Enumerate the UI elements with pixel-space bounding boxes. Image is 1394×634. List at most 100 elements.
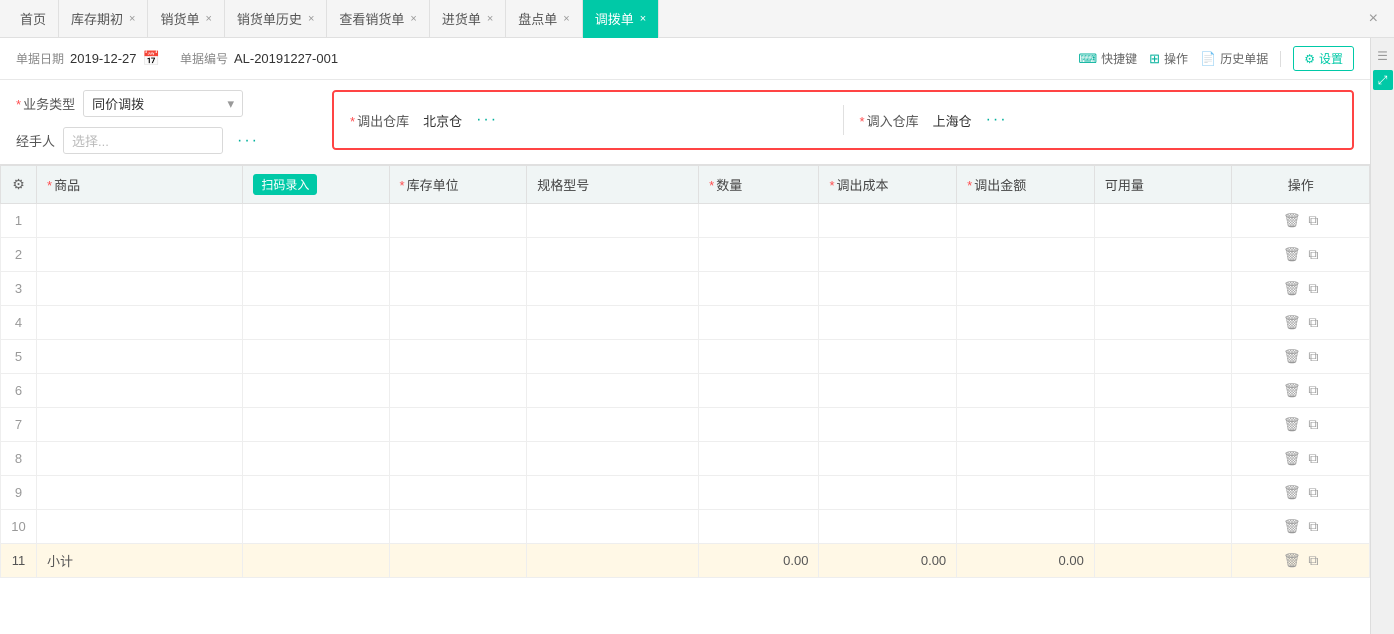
delete-icon[interactable]: 🗑 bbox=[1283, 484, 1301, 501]
operations-label: 操作 bbox=[1164, 50, 1188, 67]
col-header-amount: *调出金额 bbox=[957, 166, 1095, 204]
row-product[interactable] bbox=[37, 442, 243, 476]
copy-icon[interactable]: ⧉ bbox=[1308, 518, 1318, 535]
scan-button[interactable]: 扫码录入 bbox=[253, 174, 317, 195]
col-header-operation: 操作 bbox=[1232, 166, 1370, 204]
shortcut-action[interactable]: ⌨ 快捷键 bbox=[1078, 50, 1137, 67]
sidebar-expand-icon[interactable]: ⤢ bbox=[1373, 70, 1393, 90]
tab-stock-count-close[interactable]: × bbox=[563, 13, 569, 25]
row-amount bbox=[957, 374, 1095, 408]
row-scan bbox=[243, 442, 389, 476]
tab-inventory-init-close[interactable]: × bbox=[129, 13, 135, 25]
row-op: 🗑 ⧉ bbox=[1232, 272, 1370, 306]
tab-sales-history-label: 销货单历史 bbox=[237, 9, 302, 28]
row-product[interactable] bbox=[37, 476, 243, 510]
row-scan bbox=[243, 510, 389, 544]
copy-icon[interactable]: ⧉ bbox=[1308, 212, 1318, 229]
operations-action[interactable]: ⊞ 操作 bbox=[1149, 50, 1188, 67]
tab-stock-count[interactable]: 盘点单 × bbox=[506, 0, 582, 38]
row-product[interactable] bbox=[37, 272, 243, 306]
col-header-available: 可用量 bbox=[1094, 166, 1232, 204]
tab-purchase-order-close[interactable]: × bbox=[487, 13, 493, 25]
delete-icon[interactable]: 🗑 bbox=[1283, 212, 1301, 229]
table-row: 9 🗑 ⧉ bbox=[1, 476, 1370, 510]
copy-icon[interactable]: ⧉ bbox=[1308, 450, 1318, 467]
row-spec bbox=[527, 510, 699, 544]
row-unit bbox=[389, 306, 527, 340]
table-row: 4 🗑 ⧉ bbox=[1, 306, 1370, 340]
copy-icon[interactable]: ⧉ bbox=[1308, 416, 1318, 433]
row-product[interactable] bbox=[37, 204, 243, 238]
delete-icon[interactable]: 🗑 bbox=[1283, 518, 1301, 535]
tab-inventory-init[interactable]: 库存期初 × bbox=[59, 0, 148, 38]
business-type-required: * bbox=[16, 97, 21, 112]
row-product[interactable] bbox=[37, 340, 243, 374]
tab-view-sales-close[interactable]: × bbox=[410, 13, 416, 25]
delete-icon[interactable]: 🗑 bbox=[1283, 552, 1301, 569]
handler-select[interactable]: 选择... bbox=[63, 127, 223, 154]
copy-icon[interactable]: ⧉ bbox=[1308, 484, 1318, 501]
subtotal-qty: 0.00 bbox=[699, 544, 819, 578]
copy-icon[interactable]: ⧉ bbox=[1308, 552, 1318, 569]
row-qty bbox=[699, 340, 819, 374]
table-row: 1 🗑 ⧉ bbox=[1, 204, 1370, 238]
tab-purchase-order-label: 进货单 bbox=[442, 9, 481, 28]
transfer-out-value: 北京仓 bbox=[423, 111, 462, 130]
copy-icon[interactable]: ⧉ bbox=[1308, 348, 1318, 365]
business-type-select[interactable]: 同价调拨 ▾ bbox=[83, 90, 243, 117]
tab-transfer-order[interactable]: 调拨单 × bbox=[583, 0, 659, 38]
transfer-in-label: *调入仓库 bbox=[860, 111, 919, 130]
row-num: 4 bbox=[1, 306, 37, 340]
subtotal-cost: 0.00 bbox=[819, 544, 957, 578]
delete-icon[interactable]: 🗑 bbox=[1283, 280, 1301, 297]
window-close-button[interactable]: × bbox=[1361, 10, 1386, 28]
col-header-qty: *数量 bbox=[699, 166, 819, 204]
row-avail bbox=[1094, 408, 1232, 442]
tab-transfer-order-close[interactable]: × bbox=[640, 13, 646, 25]
row-product[interactable] bbox=[37, 374, 243, 408]
tab-sales-order-label: 销货单 bbox=[160, 9, 199, 28]
right-sidebar: ☰ ⤢ bbox=[1370, 38, 1394, 634]
transfer-out-required: * bbox=[350, 114, 355, 129]
row-num: 1 bbox=[1, 204, 37, 238]
delete-icon[interactable]: 🗑 bbox=[1283, 246, 1301, 263]
calendar-icon[interactable]: 📅 bbox=[143, 50, 160, 67]
tab-home[interactable]: 首页 bbox=[8, 0, 59, 38]
handler-more-button[interactable]: ··· bbox=[237, 132, 259, 150]
row-scan bbox=[243, 238, 389, 272]
row-product[interactable] bbox=[37, 510, 243, 544]
row-spec bbox=[527, 238, 699, 272]
delete-icon[interactable]: 🗑 bbox=[1283, 314, 1301, 331]
col-header-unit: *库存单位 bbox=[389, 166, 527, 204]
row-avail bbox=[1094, 476, 1232, 510]
copy-icon[interactable]: ⧉ bbox=[1308, 314, 1318, 331]
doc-number-field: 单据编号 AL-20191227-001 bbox=[180, 50, 338, 67]
history-action[interactable]: 📄 历史单据 bbox=[1200, 50, 1268, 67]
copy-icon[interactable]: ⧉ bbox=[1308, 246, 1318, 263]
row-scan bbox=[243, 340, 389, 374]
sidebar-list-icon[interactable]: ☰ bbox=[1373, 46, 1393, 66]
settings-button[interactable]: ⚙ 设置 bbox=[1293, 46, 1354, 71]
delete-icon[interactable]: 🗑 bbox=[1283, 450, 1301, 467]
tab-view-sales[interactable]: 查看销货单 × bbox=[327, 0, 429, 38]
tab-sales-order[interactable]: 销货单 × bbox=[148, 0, 224, 38]
row-product[interactable] bbox=[37, 306, 243, 340]
delete-icon[interactable]: 🗑 bbox=[1283, 416, 1301, 433]
tab-sales-history-close[interactable]: × bbox=[308, 13, 314, 25]
copy-icon[interactable]: ⧉ bbox=[1308, 280, 1318, 297]
table-row: 7 🗑 ⧉ bbox=[1, 408, 1370, 442]
tab-transfer-order-label: 调拨单 bbox=[595, 9, 634, 28]
transfer-out-more-button[interactable]: ··· bbox=[476, 111, 498, 129]
row-scan bbox=[243, 306, 389, 340]
delete-icon[interactable]: 🗑 bbox=[1283, 348, 1301, 365]
tab-sales-history[interactable]: 销货单历史 × bbox=[225, 0, 327, 38]
transfer-in-more-button[interactable]: ··· bbox=[986, 111, 1008, 129]
tab-purchase-order[interactable]: 进货单 × bbox=[430, 0, 506, 38]
row-product[interactable] bbox=[37, 238, 243, 272]
delete-icon[interactable]: 🗑 bbox=[1283, 382, 1301, 399]
table-row: 6 🗑 ⧉ bbox=[1, 374, 1370, 408]
copy-icon[interactable]: ⧉ bbox=[1308, 382, 1318, 399]
col-header-settings[interactable]: ⚙ bbox=[1, 166, 37, 204]
row-product[interactable] bbox=[37, 408, 243, 442]
tab-sales-order-close[interactable]: × bbox=[205, 13, 211, 25]
